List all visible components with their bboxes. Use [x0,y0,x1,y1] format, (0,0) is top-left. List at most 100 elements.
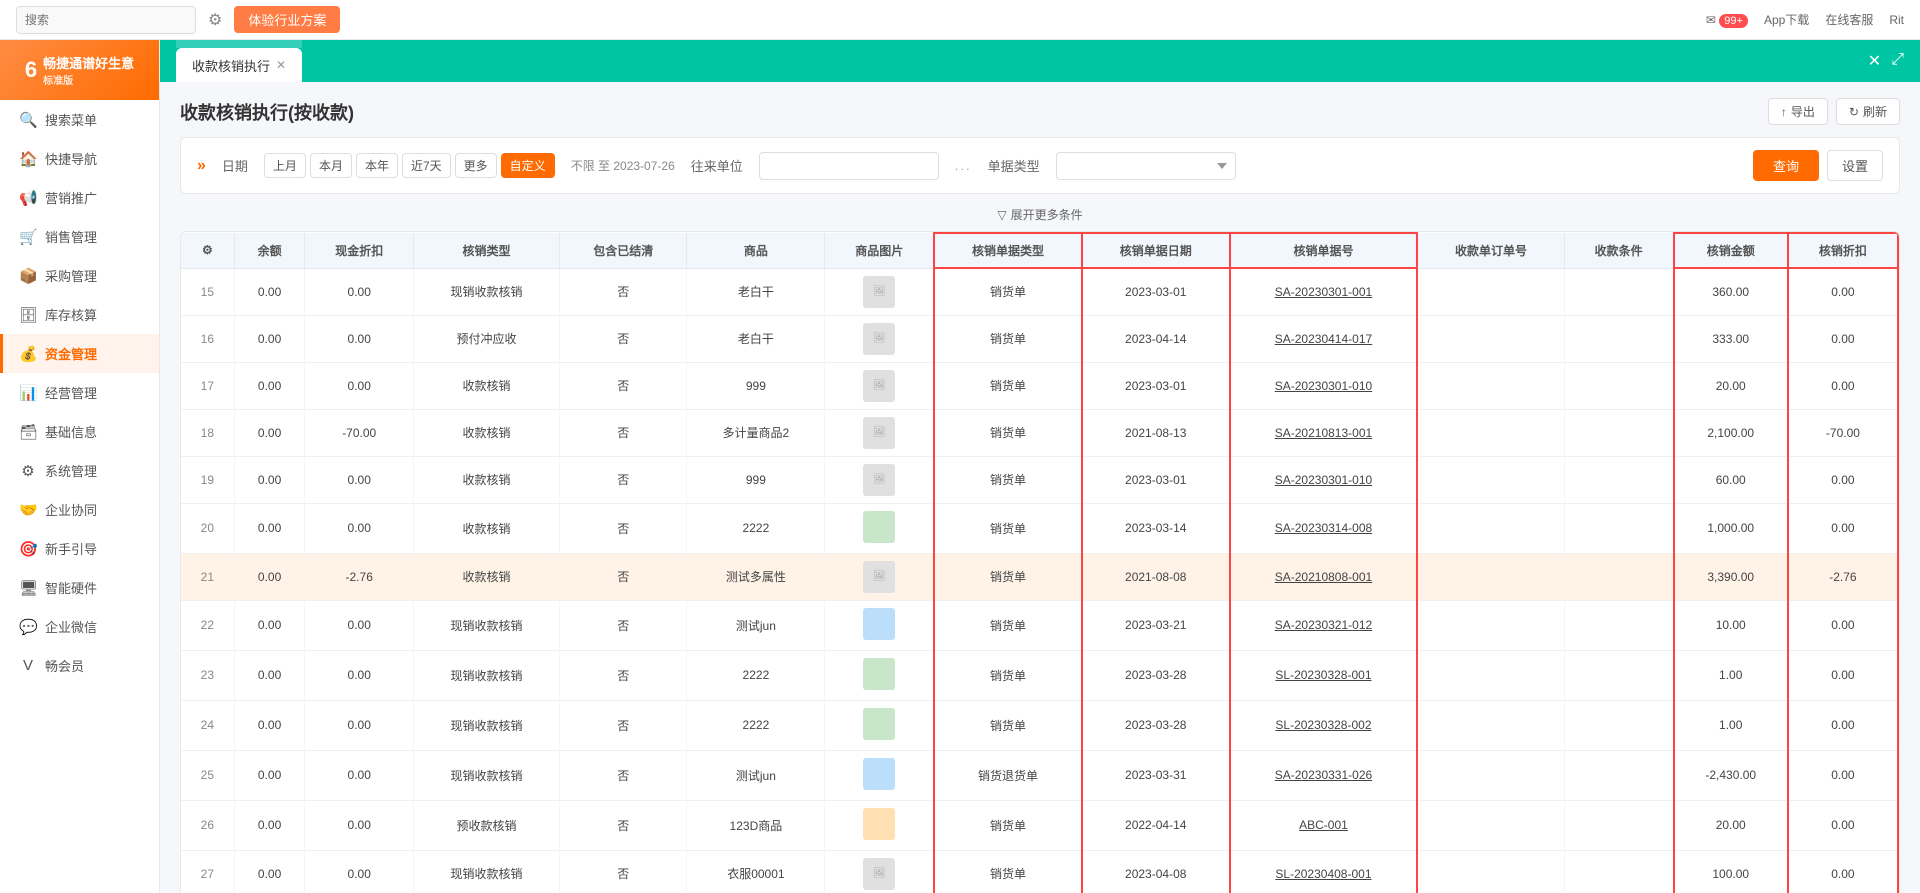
sidebar-item-5[interactable]: 🗄库存核算 [0,295,159,334]
date-custom[interactable]: 自定义 [501,153,555,178]
cell-include_closed-5: 否 [560,503,687,553]
cell-verify_bill_type-0: 销货单 [934,268,1082,315]
cell-verify_type-7: 现销收款核销 [413,600,559,650]
export-label: 导出 [1791,103,1815,120]
sidebar-item-7[interactable]: 📊经营管理 [0,373,159,412]
th-verify_bill_date: 核销单据日期 [1082,233,1230,268]
cell-verify_amount-11: 20.00 [1674,800,1788,850]
cell-cash_discount-4: 0.00 [305,456,413,503]
unit-input[interactable] [759,152,939,180]
cell-verify_bill_no-12[interactable]: SL-20230408-001 [1230,850,1418,893]
message-icon[interactable]: ✉ 99+ [1706,13,1748,27]
cell-verify_bill_no-10[interactable]: SA-20230331-026 [1230,750,1418,800]
cell-verify_bill_no-2[interactable]: SA-20230301-010 [1230,362,1418,409]
tabs-container: 首页预付冲应付单✕收款核销执行✕ [176,40,302,82]
sidebar-item-6[interactable]: 💰资金管理 [0,334,159,373]
sidebar-icon-0: 🔍 [19,111,37,129]
page-title: 收款核销执行(按收款) [180,99,354,125]
cell-goods-7: 测试jun [687,600,825,650]
cell-balance-11: 0.00 [234,800,305,850]
cell-receipt_order_no-9 [1417,700,1564,750]
cell-verify_bill_no-8[interactable]: SL-20230328-001 [1230,650,1418,700]
cell-verify_discount-1: 0.00 [1788,315,1898,362]
refresh-button[interactable]: ↻ 刷新 [1836,98,1900,125]
date-last-month[interactable]: 上月 [264,153,306,178]
cell-verify_discount-11: 0.00 [1788,800,1898,850]
online-service-link[interactable]: 在线客服 [1825,11,1873,28]
cell-goods_img-10 [825,750,934,800]
sidebar-item-0[interactable]: 🔍搜索菜单 [0,100,159,139]
cell-verify_bill_no-7[interactable]: SA-20230321-012 [1230,600,1418,650]
date-more[interactable]: 更多 [455,153,497,178]
app-download-link[interactable]: App下载 [1764,11,1809,28]
sidebar-items: 🔍搜索菜单🏠快捷导航📢营销推广🛒销售管理📦采购管理🗄库存核算💰资金管理📊经营管理… [0,100,159,685]
cell-include_closed-9: 否 [560,700,687,750]
sidebar-item-3[interactable]: 🛒销售管理 [0,217,159,256]
sidebar-item-14[interactable]: V畅会员 [0,646,159,685]
gear-button[interactable]: ⚙ [208,10,222,30]
sidebar-item-13[interactable]: 💬企业微信 [0,607,159,646]
date-7days[interactable]: 近7天 [402,153,451,178]
cell-verify_bill_no-9[interactable]: SL-20230328-002 [1230,700,1418,750]
sidebar-item-12[interactable]: 🖥智能硬件 [0,568,159,607]
close-window-icon[interactable]: ✕ [1868,51,1881,71]
cell-verify_bill_no-3[interactable]: SA-20210813-001 [1230,409,1418,456]
date-this-month[interactable]: 本月 [310,153,352,178]
cell-verify_bill_no-5[interactable]: SA-20230314-008 [1230,503,1418,553]
sidebar-item-2[interactable]: 📢营销推广 [0,178,159,217]
cell-verify_bill_date-7: 2023-03-21 [1082,600,1230,650]
tab-1[interactable]: 预付冲应付单✕ [176,40,302,48]
tab-2[interactable]: 收款核销执行✕ [176,48,302,82]
sidebar-label-8: 基础信息 [45,422,97,441]
maximize-icon[interactable]: ⤢ [1891,51,1904,71]
cell-verify_bill_no-0[interactable]: SA-20230301-001 [1230,268,1418,315]
sidebar-item-8[interactable]: 🗃基础信息 [0,412,159,451]
date-this-year[interactable]: 本年 [356,153,398,178]
cell-verify_bill_no-4[interactable]: SA-20230301-010 [1230,456,1418,503]
sidebar-item-10[interactable]: 🤝企业协同 [0,490,159,529]
sidebar-icon-14: V [19,657,37,674]
cell-goods_img-7 [825,600,934,650]
search-input[interactable] [16,6,196,34]
cell-cash_discount-5: 0.00 [305,503,413,553]
cell-verify_bill_no-11[interactable]: ABC-001 [1230,800,1418,850]
cell-verify_bill_type-11: 销货单 [934,800,1082,850]
cell-verify_bill_type-1: 销货单 [934,315,1082,362]
cell-receipt_condition-7 [1564,600,1673,650]
cell-verify_discount-6: -2.76 [1788,553,1898,600]
expand-more[interactable]: ▽ 展开更多条件 [180,206,1900,223]
tab-close-2[interactable]: ✕ [276,58,286,72]
cell-verify_bill_no-6[interactable]: SA-20210808-001 [1230,553,1418,600]
cell-verify_bill_no-1[interactable]: SA-20230414-017 [1230,315,1418,362]
date-buttons: 上月 本月 本年 近7天 更多 自定义 [264,153,555,178]
cell-goods_img-5 [825,503,934,553]
cell-verify_discount-3: -70.00 [1788,409,1898,456]
sidebar-item-4[interactable]: 📦采购管理 [0,256,159,295]
sidebar-item-9[interactable]: ⚙系统管理 [0,451,159,490]
export-icon: ↑ [1781,105,1787,119]
goods-thumbnail [863,808,895,840]
expand-icon[interactable]: » [197,157,206,175]
cell-receipt_order_no-8 [1417,650,1564,700]
table-row: 270.000.00现销收款核销否衣服00001🖼销货单2023-04-08SL… [181,850,1898,893]
export-button[interactable]: ↑ 导出 [1768,98,1828,125]
setting-button[interactable]: 设置 [1827,150,1883,181]
top-bar: ⚙ 体验行业方案 ✉ 99+ App下载 在线客服 Rit [0,0,1920,40]
cell-cash_discount-7: 0.00 [305,600,413,650]
cell-goods-1: 老白干 [687,315,825,362]
table-row: 220.000.00现销收款核销否测试jun销货单2023-03-21SA-20… [181,600,1898,650]
query-button[interactable]: 查询 [1753,150,1819,181]
cell-goods_img-4: 🖼 [825,456,934,503]
table-row: 250.000.00现销收款核销否测试jun销货退货单2023-03-31SA-… [181,750,1898,800]
cell-goods-9: 2222 [687,700,825,750]
cell-verify_bill_date-11: 2022-04-14 [1082,800,1230,850]
cell-receipt_condition-4 [1564,456,1673,503]
trial-button[interactable]: 体验行业方案 [234,6,340,33]
bill-type-select[interactable] [1056,152,1236,180]
cell-receipt_order_no-10 [1417,750,1564,800]
sidebar-item-1[interactable]: 🏠快捷导航 [0,139,159,178]
unit-dots[interactable]: ... [955,158,972,173]
sidebar-item-11[interactable]: 🎯新手引导 [0,529,159,568]
cell-icon-7: 22 [181,600,234,650]
cell-include_closed-2: 否 [560,362,687,409]
